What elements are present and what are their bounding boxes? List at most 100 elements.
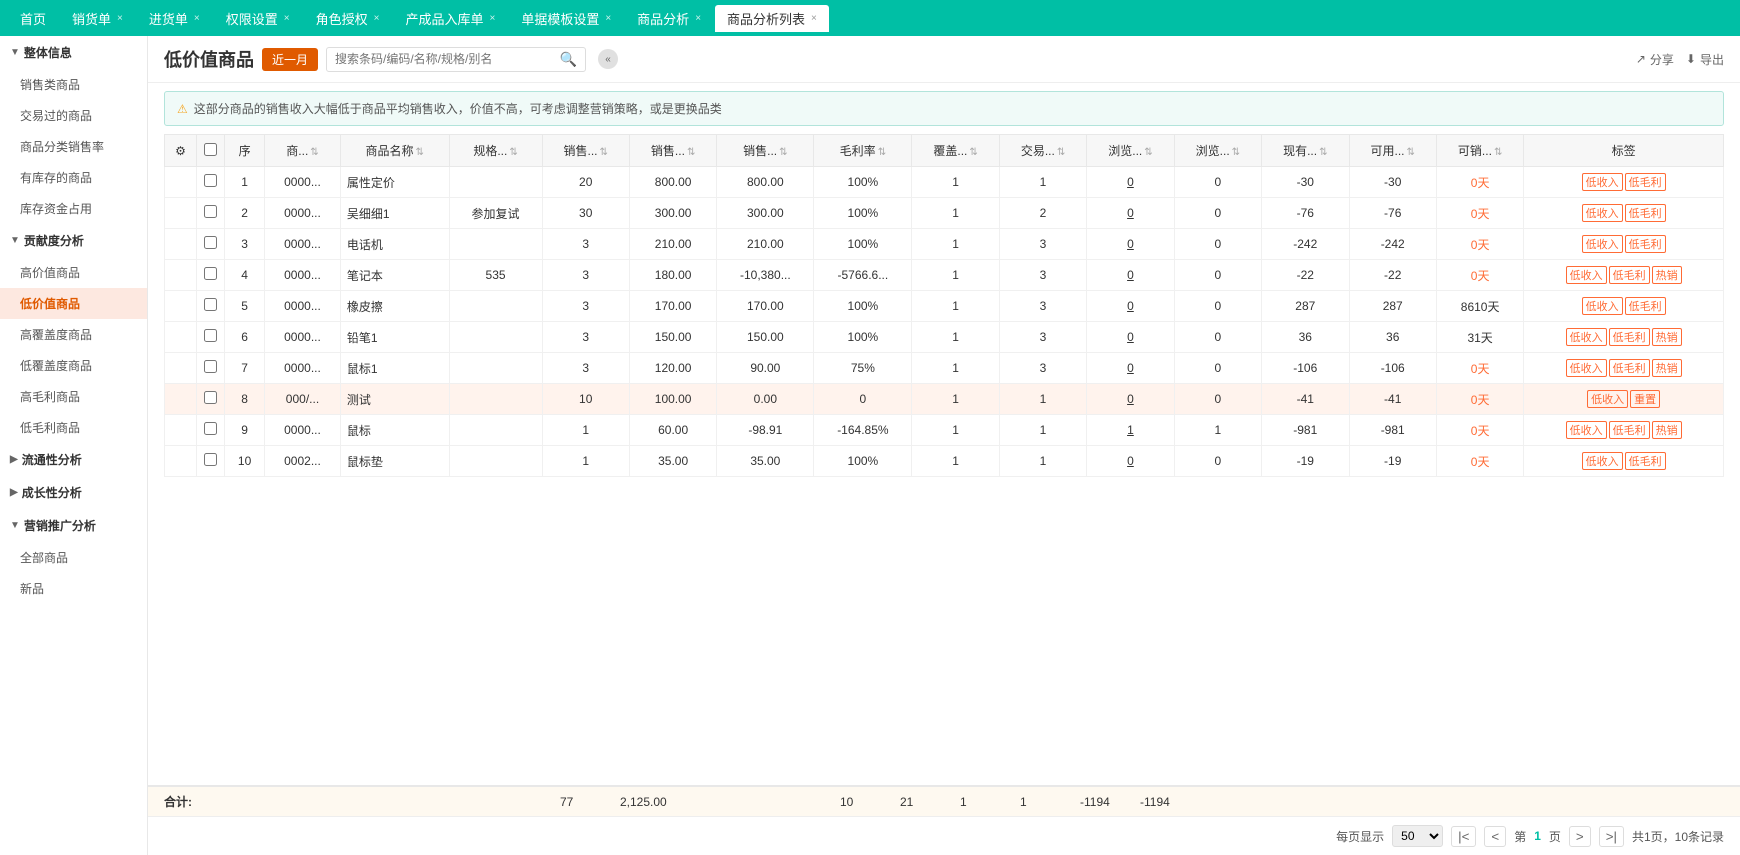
th-margin[interactable]: 毛利率⇅: [814, 135, 912, 167]
nav-home[interactable]: 首页: [8, 5, 58, 32]
th-avail[interactable]: 可用...⇅: [1349, 135, 1436, 167]
sidebar-item-low-value[interactable]: 低价值商品: [0, 288, 147, 319]
last-page-button[interactable]: >|: [1599, 826, 1624, 847]
sidebar-item-sales-products[interactable]: 销售类商品: [0, 69, 147, 100]
sidebar-item-high-margin[interactable]: 高毛利商品: [0, 381, 147, 412]
browse-link[interactable]: 0: [1127, 206, 1134, 220]
close-icon[interactable]: ×: [117, 13, 123, 24]
search-icon[interactable]: 🔍: [560, 51, 577, 68]
close-icon[interactable]: ×: [811, 13, 817, 24]
tag-badge: 热销: [1652, 421, 1682, 439]
nav-purchase[interactable]: 进货单 ×: [137, 5, 212, 32]
sidebar-item-traded[interactable]: 交易过的商品: [0, 100, 147, 131]
sidebar-item-low-coverage[interactable]: 低覆盖度商品: [0, 350, 147, 381]
sidebar-item-high-value[interactable]: 高价值商品: [0, 257, 147, 288]
row-checkbox[interactable]: [204, 422, 217, 435]
close-icon[interactable]: ×: [489, 13, 495, 24]
td-seq: 9: [225, 415, 265, 446]
browse-link[interactable]: 0: [1127, 175, 1134, 189]
row-checkbox[interactable]: [204, 453, 217, 466]
th-sales-qty[interactable]: 销售...⇅: [542, 135, 629, 167]
td-browse1[interactable]: 0: [1087, 198, 1174, 229]
td-browse1[interactable]: 1: [1087, 415, 1174, 446]
row-checkbox[interactable]: [204, 298, 217, 311]
row-checkbox[interactable]: [204, 360, 217, 373]
share-button[interactable]: ↗ 分享: [1636, 51, 1674, 68]
th-days[interactable]: 可销...⇅: [1436, 135, 1523, 167]
sidebar-item-high-coverage[interactable]: 高覆盖度商品: [0, 319, 147, 350]
sidebar-section-circulation[interactable]: ▶ 流通性分析: [0, 443, 147, 476]
th-trade[interactable]: 交易...⇅: [999, 135, 1086, 167]
td-price2: 170.00: [717, 291, 814, 322]
close-icon[interactable]: ×: [605, 13, 611, 24]
th-settings[interactable]: ⚙: [165, 135, 197, 167]
row-checkbox[interactable]: [204, 174, 217, 187]
nav-template[interactable]: 单据模板设置 ×: [509, 5, 623, 32]
th-sales-price1[interactable]: 销售...⇅: [629, 135, 716, 167]
row-checkbox[interactable]: [204, 205, 217, 218]
nav-product-stock[interactable]: 产成品入库单 ×: [393, 5, 507, 32]
page-size-select[interactable]: 50 100 200: [1392, 825, 1443, 847]
row-checkbox[interactable]: [204, 329, 217, 342]
td-browse1[interactable]: 0: [1087, 167, 1174, 198]
row-checkbox[interactable]: [204, 391, 217, 404]
select-all-checkbox[interactable]: [204, 143, 217, 156]
sidebar-item-stock-products[interactable]: 有库存的商品: [0, 162, 147, 193]
row-checkbox[interactable]: [204, 236, 217, 249]
td-browse1[interactable]: 0: [1087, 353, 1174, 384]
first-page-button[interactable]: |<: [1451, 826, 1476, 847]
sidebar-item-stock-capital[interactable]: 库存资金占用: [0, 193, 147, 224]
td-browse1[interactable]: 0: [1087, 384, 1174, 415]
td-checkbox: [197, 353, 225, 384]
browse-link[interactable]: 0: [1127, 361, 1134, 375]
sidebar-section-contribution[interactable]: ▼ 贡献度分析: [0, 224, 147, 257]
sidebar-section-marketing[interactable]: ▼ 营销推广分析: [0, 509, 147, 542]
close-icon[interactable]: ×: [374, 13, 380, 24]
filter-recent-month-button[interactable]: 近一月: [262, 48, 318, 71]
total-records: 共1页，10条记录: [1632, 828, 1724, 845]
td-browse1[interactable]: 0: [1087, 446, 1174, 477]
td-days: 8610天: [1436, 291, 1523, 322]
close-icon[interactable]: ×: [695, 13, 701, 24]
td-checkbox: [197, 291, 225, 322]
td-browse1[interactable]: 0: [1087, 322, 1174, 353]
th-name[interactable]: 商品名称⇅: [340, 135, 449, 167]
nav-product-analysis[interactable]: 商品分析 ×: [625, 5, 713, 32]
prev-page-button[interactable]: <: [1484, 826, 1506, 847]
close-icon[interactable]: ×: [194, 13, 200, 24]
th-code[interactable]: 商...⇅: [265, 135, 341, 167]
browse-link[interactable]: 0: [1127, 237, 1134, 251]
row-checkbox[interactable]: [204, 267, 217, 280]
td-browse1[interactable]: 0: [1087, 229, 1174, 260]
td-price1: 100.00: [629, 384, 716, 415]
sidebar-section-growth[interactable]: ▶ 成长性分析: [0, 476, 147, 509]
browse-link[interactable]: 0: [1127, 392, 1134, 406]
sidebar-item-new-products[interactable]: 新品: [0, 573, 147, 604]
td-browse1[interactable]: 0: [1087, 291, 1174, 322]
nav-sales[interactable]: 销货单 ×: [60, 5, 135, 32]
sidebar-item-low-margin[interactable]: 低毛利商品: [0, 412, 147, 443]
td-browse1[interactable]: 0: [1087, 260, 1174, 291]
th-sales-price2[interactable]: 销售...⇅: [717, 135, 814, 167]
close-icon[interactable]: ×: [284, 13, 290, 24]
nav-permission[interactable]: 权限设置 ×: [214, 5, 302, 32]
sidebar-section-overview[interactable]: ▼ 整体信息: [0, 36, 147, 69]
th-browse2[interactable]: 浏览...⇅: [1174, 135, 1261, 167]
browse-link[interactable]: 0: [1127, 454, 1134, 468]
sidebar-item-category-rate[interactable]: 商品分类销售率: [0, 131, 147, 162]
browse-link[interactable]: 0: [1127, 330, 1134, 344]
sidebar-collapse-button[interactable]: «: [598, 49, 618, 69]
browse-link[interactable]: 1: [1127, 423, 1134, 437]
th-spec[interactable]: 规格...⇅: [449, 135, 542, 167]
search-input[interactable]: [335, 52, 560, 66]
nav-product-analysis-list[interactable]: 商品分析列表 ×: [715, 5, 829, 32]
th-stock[interactable]: 现有...⇅: [1262, 135, 1349, 167]
browse-link[interactable]: 0: [1127, 299, 1134, 313]
next-page-button[interactable]: >: [1569, 826, 1591, 847]
th-coverage[interactable]: 覆盖...⇅: [912, 135, 999, 167]
export-button[interactable]: ⬇ 导出: [1686, 51, 1724, 68]
th-browse1[interactable]: 浏览...⇅: [1087, 135, 1174, 167]
browse-link[interactable]: 0: [1127, 268, 1134, 282]
sidebar-item-all-products[interactable]: 全部商品: [0, 542, 147, 573]
nav-role[interactable]: 角色授权 ×: [304, 5, 392, 32]
